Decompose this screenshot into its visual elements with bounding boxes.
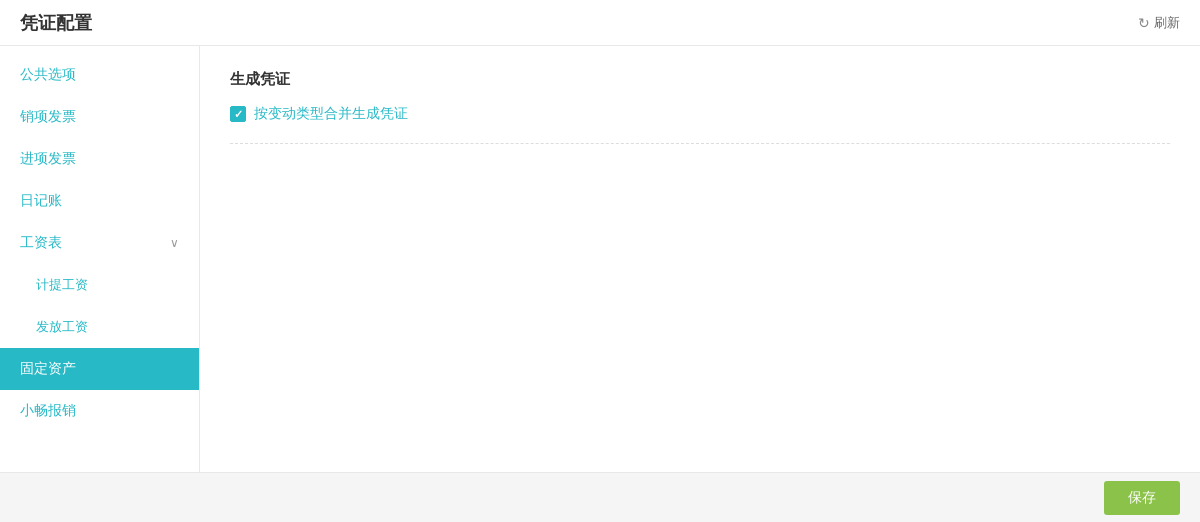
chevron-down-icon: ∨ <box>170 236 179 250</box>
page-wrapper: 凭证配置 ↻ 刷新 公共选项销项发票进项发票日记账工资表 ∨ 计提工资发放工资固定资… <box>0 0 1200 522</box>
sidebar-item-label: 小畅报销 <box>20 402 76 420</box>
sidebar-item-label: 销项发票 <box>20 108 76 126</box>
sidebar-item-public[interactable]: 公共选项 <box>0 54 199 96</box>
checkbox-label: 按变动类型合并生成凭证 <box>254 105 408 123</box>
merge-checkbox[interactable] <box>230 106 246 122</box>
sidebar-item-journal[interactable]: 日记账 <box>0 180 199 222</box>
sidebar-item-label: 发放工资 <box>36 318 88 336</box>
sidebar-item-fixed-assets[interactable]: 固定资产 <box>0 348 199 390</box>
sidebar-item-payroll[interactable]: 工资表 ∨ <box>0 222 199 264</box>
sidebar-item-sales-invoice[interactable]: 销项发票 <box>0 96 199 138</box>
refresh-label: 刷新 <box>1154 14 1180 32</box>
sidebar-item-purchase-invoice[interactable]: 进项发票 <box>0 138 199 180</box>
sidebar-item-label: 工资表 <box>20 234 62 252</box>
sidebar-item-pay-payroll[interactable]: 发放工资 <box>0 306 199 348</box>
refresh-icon: ↻ <box>1138 15 1150 31</box>
page-footer: 保存 <box>0 472 1200 522</box>
main-content: 生成凭证 按变动类型合并生成凭证 <box>200 46 1200 472</box>
sidebar-item-label: 固定资产 <box>20 360 76 378</box>
save-button[interactable]: 保存 <box>1104 481 1180 515</box>
sidebar-item-label: 计提工资 <box>36 276 88 294</box>
sidebar-item-label: 进项发票 <box>20 150 76 168</box>
sidebar: 公共选项销项发票进项发票日记账工资表 ∨ 计提工资发放工资固定资产小畅报销 <box>0 46 200 472</box>
checkbox-row: 按变动类型合并生成凭证 <box>230 105 1170 123</box>
sidebar-item-calc-payroll[interactable]: 计提工资 <box>0 264 199 306</box>
sidebar-item-expense[interactable]: 小畅报销 <box>0 390 199 432</box>
sidebar-item-label: 日记账 <box>20 192 62 210</box>
sidebar-item-label: 公共选项 <box>20 66 76 84</box>
body-layout: 公共选项销项发票进项发票日记账工资表 ∨ 计提工资发放工资固定资产小畅报销 生成凭证… <box>0 46 1200 472</box>
refresh-button[interactable]: ↻ 刷新 <box>1138 14 1180 32</box>
section-divider <box>230 143 1170 144</box>
page-header: 凭证配置 ↻ 刷新 <box>0 0 1200 46</box>
section-title: 生成凭证 <box>230 70 1170 89</box>
page-title: 凭证配置 <box>20 11 92 35</box>
